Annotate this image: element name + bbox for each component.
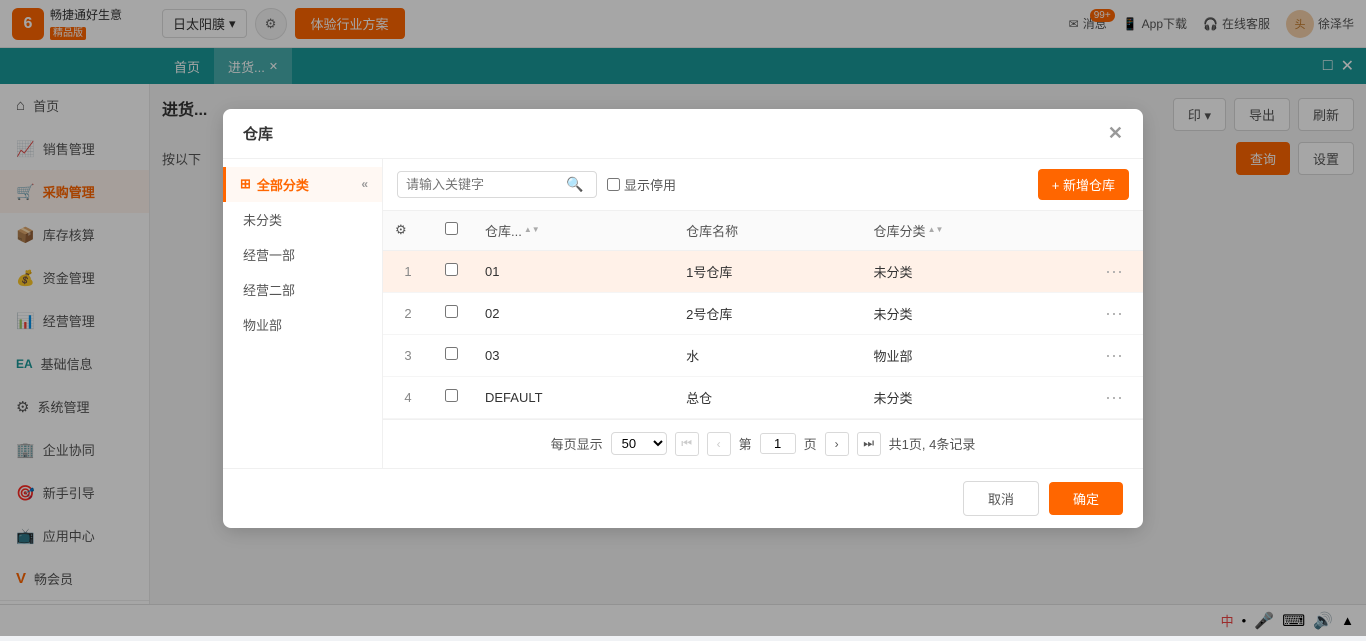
row-category: 未分类: [862, 250, 1093, 292]
table-row[interactable]: 2 02 2号仓库 未分类 ···: [383, 292, 1143, 334]
search-box: 🔍: [397, 171, 597, 198]
row-checkbox[interactable]: [433, 292, 473, 334]
next-page-btn[interactable]: ›: [825, 432, 849, 456]
row-category: 物业部: [862, 334, 1093, 376]
row-code: 01: [473, 250, 674, 292]
row-checkbox[interactable]: [433, 376, 473, 418]
sort-arrows-code: ▲▼: [524, 226, 540, 234]
th-actions: [1093, 211, 1143, 251]
row-num: 3: [383, 334, 433, 376]
page-label: 第: [739, 434, 752, 453]
th-checkbox: [433, 211, 473, 251]
row-actions[interactable]: ···: [1093, 250, 1143, 292]
category-item-ops1[interactable]: 经营一部: [223, 237, 382, 272]
modal-header: 仓库 ✕: [223, 109, 1143, 159]
row-name: 水: [674, 334, 861, 376]
warehouse-table: ⚙ 仓库... ▲▼: [383, 211, 1143, 419]
sort-arrows-cat: ▲▼: [928, 226, 944, 234]
row-name: 1号仓库: [674, 250, 861, 292]
th-category: 仓库分类 ▲▼: [862, 211, 1093, 251]
modal-toolbar: 🔍 显示停用 + 新增仓库: [383, 159, 1143, 211]
row-num: 2: [383, 292, 433, 334]
total-info: 共1页, 4条记录: [889, 434, 976, 453]
category-panel: ⊞ 全部分类 « 未分类 经营一部 经营二部 物业部: [223, 159, 383, 468]
row-checkbox[interactable]: [433, 334, 473, 376]
all-categories-item[interactable]: ⊞ 全部分类 «: [223, 167, 382, 202]
category-item-unclassified[interactable]: 未分类: [223, 202, 382, 237]
first-page-btn[interactable]: ⏮: [675, 432, 699, 456]
row-actions-btn[interactable]: ···: [1105, 303, 1123, 323]
search-icon[interactable]: 🔍: [566, 176, 583, 193]
row-category: 未分类: [862, 376, 1093, 418]
last-page-btn[interactable]: ⏭: [857, 432, 881, 456]
row-category: 未分类: [862, 292, 1093, 334]
table-header-row: ⚙ 仓库... ▲▼: [383, 211, 1143, 251]
new-warehouse-btn[interactable]: + 新增仓库: [1038, 169, 1129, 200]
warehouse-modal: 仓库 ✕ ⊞ 全部分类 « 未分类 经营一部 经营二部: [223, 109, 1143, 528]
modal-footer: 取消 确定: [223, 468, 1143, 528]
page-suffix: 页: [804, 434, 817, 453]
category-item-ops2[interactable]: 经营二部: [223, 272, 382, 307]
per-page-label: 每页显示: [551, 434, 603, 453]
row-actions-btn[interactable]: ···: [1105, 387, 1123, 407]
row-checkbox[interactable]: [433, 250, 473, 292]
row-name: 总仓: [674, 376, 861, 418]
table-row[interactable]: 1 01 1号仓库 未分类 ···: [383, 250, 1143, 292]
row-actions-btn[interactable]: ···: [1105, 345, 1123, 365]
pagination: 每页显示 50 100 200 ⏮ ‹ 第 页 › ⏭ 共1页, 4条记录: [383, 419, 1143, 468]
modal-right-panel: 🔍 显示停用 + 新增仓库 ⚙: [383, 159, 1143, 468]
modal-title: 仓库: [243, 123, 273, 144]
confirm-btn[interactable]: 确定: [1049, 482, 1123, 515]
row-actions[interactable]: ···: [1093, 292, 1143, 334]
cancel-btn[interactable]: 取消: [963, 481, 1039, 516]
row-num: 1: [383, 250, 433, 292]
search-input[interactable]: [406, 177, 566, 192]
show-disabled-checkbox[interactable]: 显示停用: [607, 175, 676, 194]
category-item-property[interactable]: 物业部: [223, 307, 382, 342]
gear-icon[interactable]: ⚙: [395, 222, 407, 237]
row-code: DEFAULT: [473, 376, 674, 418]
row-num: 4: [383, 376, 433, 418]
row-actions[interactable]: ···: [1093, 334, 1143, 376]
row-actions-btn[interactable]: ···: [1105, 261, 1123, 281]
grid-icon: ⊞: [240, 176, 251, 192]
row-actions[interactable]: ···: [1093, 376, 1143, 418]
collapse-icon[interactable]: «: [361, 177, 368, 191]
row-name: 2号仓库: [674, 292, 861, 334]
row-code: 02: [473, 292, 674, 334]
modal-overlay: 仓库 ✕ ⊞ 全部分类 « 未分类 经营一部 经营二部: [0, 0, 1366, 636]
page-input[interactable]: [760, 433, 796, 454]
table-row[interactable]: 3 03 水 物业部 ···: [383, 334, 1143, 376]
per-page-select[interactable]: 50 100 200: [611, 432, 667, 455]
prev-page-btn[interactable]: ‹: [707, 432, 731, 456]
modal-body: ⊞ 全部分类 « 未分类 经营一部 经营二部 物业部: [223, 159, 1143, 468]
table-row[interactable]: 4 DEFAULT 总仓 未分类 ···: [383, 376, 1143, 418]
th-name: 仓库名称: [674, 211, 861, 251]
row-code: 03: [473, 334, 674, 376]
modal-close-btn[interactable]: ✕: [1108, 124, 1123, 142]
select-all-checkbox[interactable]: [445, 222, 458, 235]
th-settings: ⚙: [383, 211, 433, 251]
th-code: 仓库... ▲▼: [473, 211, 674, 251]
show-disabled-check[interactable]: [607, 178, 620, 191]
